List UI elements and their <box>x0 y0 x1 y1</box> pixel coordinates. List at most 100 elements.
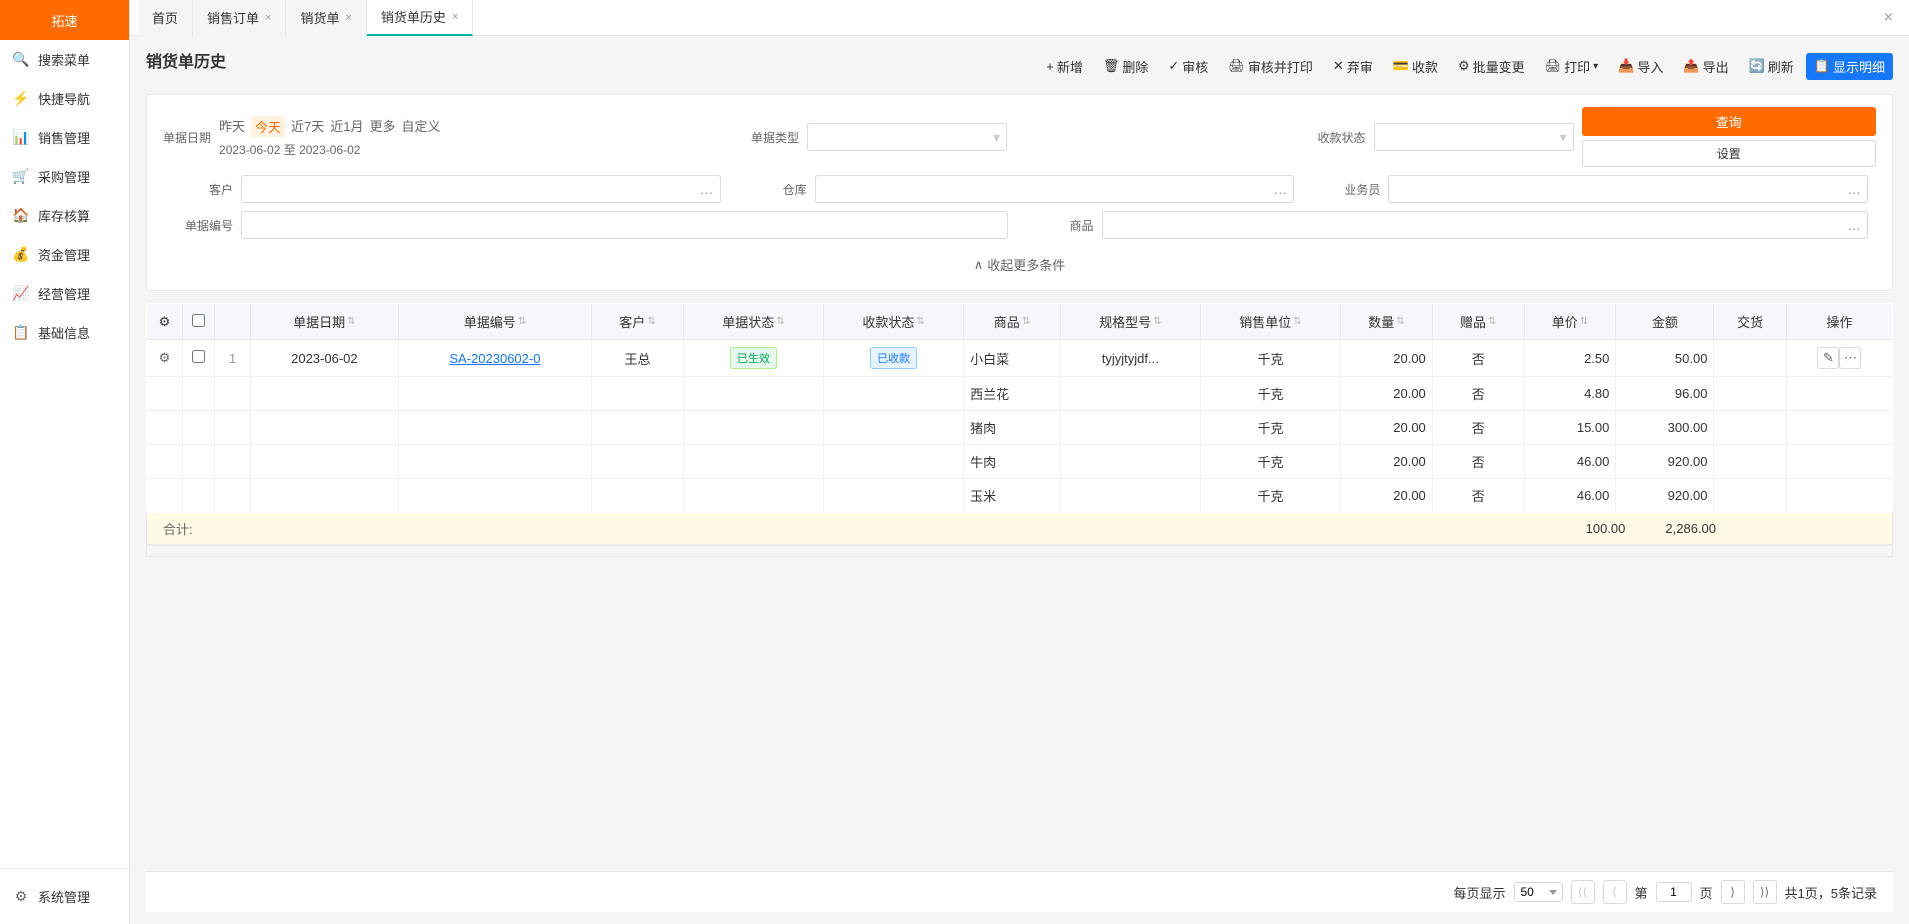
table-body: ⚙12023-06-02SA-20230602-0王总已生效已收款小白菜tyjy… <box>147 340 1893 513</box>
export-button[interactable]: 📤 导出 <box>1675 53 1736 80</box>
close-sales-history-tab[interactable]: × <box>452 11 458 23</box>
warehouse-input[interactable]: … <box>815 175 1295 203</box>
select-all-checkbox[interactable] <box>192 314 205 327</box>
td-amount: 300.00 <box>1616 411 1714 445</box>
edit-op-btn[interactable]: ✎ <box>1817 347 1839 369</box>
7days-shortcut[interactable]: 近7天 <box>291 116 324 137</box>
show-detail-button[interactable]: 📋 显示明细 <box>1806 53 1893 80</box>
sidebar-item-fund-mgmt[interactable]: 💰 资金管理 <box>0 235 129 274</box>
sidebar-item-inventory[interactable]: 🏠 库存核算 <box>0 196 129 235</box>
next-page-btn[interactable]: ⟩ <box>1721 880 1745 904</box>
collapse-button[interactable]: ∧ 收起更多条件 <box>974 251 1066 278</box>
doc-no-input[interactable] <box>241 211 1008 239</box>
th-paystatus-label: 收款状态 <box>862 312 914 331</box>
refresh-button[interactable]: 🔄 刷新 <box>1741 53 1802 80</box>
th-price[interactable]: 单价 ⇅ <box>1524 304 1616 340</box>
th-customer[interactable]: 客户 ⇅ <box>592 304 684 340</box>
sidebar-item-ops-mgmt[interactable]: 📈 经营管理 <box>0 274 129 313</box>
yesterday-shortcut[interactable]: 昨天 <box>219 116 245 137</box>
table-header-row: ⚙ 单据日期 ⇅ 单据编号 <box>147 304 1893 340</box>
th-spec[interactable]: 规格型号 ⇅ <box>1060 304 1200 340</box>
th-paystatus[interactable]: 收款状态 ⇅ <box>824 304 964 340</box>
refresh-icon: 🔄 <box>1749 58 1765 74</box>
tab-sales-history[interactable]: 销货单历史 × <box>367 0 473 36</box>
page-size-select[interactable]: 20 50 100 <box>1514 882 1563 902</box>
pay-status-label: 收款状态 <box>1318 129 1366 146</box>
unit-sort-icon[interactable]: ⇅ <box>1293 316 1301 327</box>
tab-home[interactable]: 首页 <box>138 0 193 36</box>
customer-input[interactable]: … <box>241 175 721 203</box>
warehouse-dots[interactable]: … <box>1273 181 1287 197</box>
qty-sort-icon[interactable]: ⇅ <box>1396 316 1404 327</box>
new-button[interactable]: + 新增 <box>1038 53 1091 80</box>
close-sales-order-tab[interactable]: × <box>265 12 271 24</box>
customer-dots[interactable]: … <box>700 181 714 197</box>
tab-sales-goods[interactable]: 销货单 × <box>286 0 366 36</box>
docstatus-sort-icon[interactable]: ⇅ <box>776 316 784 327</box>
th-settings[interactable]: ⚙ <box>147 304 183 340</box>
prev-page-btn[interactable]: ⟨ <box>1603 880 1627 904</box>
print-button[interactable]: 🖨 打印 ▾ <box>1537 53 1607 80</box>
page-total-label: 页 <box>1700 883 1713 902</box>
collect-button[interactable]: 💳 收款 <box>1385 53 1446 80</box>
page-number-input[interactable] <box>1656 882 1692 902</box>
last-page-btn[interactable]: ⟩⟩ <box>1753 880 1777 904</box>
doc-type-dropdown[interactable]: ▾ <box>993 129 1000 146</box>
close-sales-goods-tab[interactable]: × <box>345 12 351 24</box>
sidebar-item-search-menu[interactable]: 🔍 搜索菜单 <box>0 40 129 79</box>
staff-input[interactable]: … <box>1388 175 1868 203</box>
audit-button[interactable]: ✓ 审核 <box>1160 53 1216 80</box>
spec-sort-icon[interactable]: ⇅ <box>1153 316 1161 327</box>
more-op-btn[interactable]: ⋯ <box>1839 347 1861 369</box>
th-date[interactable]: 单据日期 ⇅ <box>251 304 399 340</box>
abandon-button[interactable]: ✕ 弃审 <box>1325 53 1381 80</box>
pay-status-input[interactable]: ▾ <box>1374 123 1574 151</box>
pay-status-dropdown[interactable]: ▾ <box>1559 129 1566 146</box>
th-unit[interactable]: 销售单位 ⇅ <box>1200 304 1340 340</box>
tab-sales-order[interactable]: 销售订单 × <box>193 0 286 36</box>
delete-button[interactable]: 🗑 删除 <box>1095 53 1157 80</box>
first-page-btn[interactable]: ⟨⟨ <box>1571 880 1595 904</box>
today-shortcut[interactable]: 今天 <box>251 116 285 137</box>
doc-type-input[interactable]: ▾ <box>807 123 1007 151</box>
more-shortcut[interactable]: 更多 <box>370 116 396 137</box>
date-sort-icon[interactable]: ⇅ <box>347 316 355 327</box>
sidebar-item-basic-info[interactable]: 📋 基础信息 <box>0 313 129 352</box>
th-gift[interactable]: 赠品 ⇅ <box>1432 304 1524 340</box>
td-customer <box>592 479 684 513</box>
batch-change-button[interactable]: ⚙ 批量变更 <box>1450 53 1533 80</box>
td-paystatus <box>824 411 964 445</box>
sidebar-item-sys-mgmt[interactable]: ⚙ 系统管理 <box>0 877 129 916</box>
horizontal-scrollbar[interactable] <box>146 545 1893 557</box>
sidebar-item-sales-mgmt[interactable]: 📊 销售管理 <box>0 118 129 157</box>
price-sort-icon[interactable]: ⇅ <box>1580 316 1588 327</box>
staff-dots[interactable]: … <box>1847 181 1861 197</box>
goods-dots[interactable]: … <box>1847 217 1861 233</box>
tab-sales-history-label: 销货单历史 <box>381 7 446 26</box>
customer-sort-icon[interactable]: ⇅ <box>647 316 655 327</box>
query-button[interactable]: 查询 <box>1582 107 1876 136</box>
goods-sort-icon[interactable]: ⇅ <box>1022 316 1030 327</box>
docno-sort-icon[interactable]: ⇅ <box>518 316 526 327</box>
settings-button[interactable]: 设置 <box>1582 140 1876 167</box>
th-goods[interactable]: 商品 ⇅ <box>964 304 1061 340</box>
audit-print-button[interactable]: 🖨 审核并打印 <box>1220 53 1321 80</box>
gift-sort-icon[interactable]: ⇅ <box>1488 316 1496 327</box>
th-docno[interactable]: 单据编号 ⇅ <box>398 304 591 340</box>
row-settings-icon[interactable]: ⚙ <box>159 350 171 365</box>
th-qty[interactable]: 数量 ⇅ <box>1341 304 1433 340</box>
sidebar-item-purchase-mgmt[interactable]: 🛒 采购管理 <box>0 157 129 196</box>
1month-shortcut[interactable]: 近1月 <box>330 116 363 137</box>
td-qty: 20.00 <box>1341 377 1433 411</box>
row-docno[interactable]: SA-20230602-0 <box>449 351 540 366</box>
paystatus-sort-icon[interactable]: ⇅ <box>916 316 924 327</box>
goods-input[interactable]: … <box>1102 211 1869 239</box>
th-docstatus[interactable]: 单据状态 ⇅ <box>683 304 823 340</box>
td-spec <box>1060 445 1200 479</box>
row-checkbox[interactable] <box>192 350 205 363</box>
row-date: 2023-06-02 <box>291 351 358 366</box>
close-all-tabs[interactable]: × <box>1876 9 1901 27</box>
import-button[interactable]: 📥 导入 <box>1610 53 1671 80</box>
custom-shortcut[interactable]: 自定义 <box>402 116 441 137</box>
sidebar-item-quick-nav[interactable]: ⚡ 快捷导航 <box>0 79 129 118</box>
